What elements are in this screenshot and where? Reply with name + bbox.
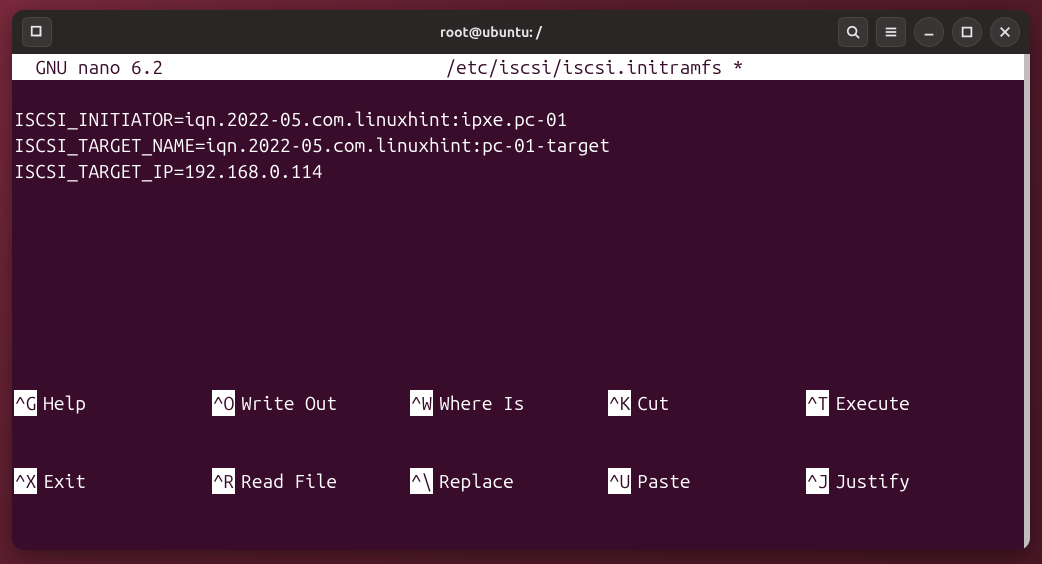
close-button[interactable]: [990, 17, 1020, 47]
hamburger-icon: [884, 25, 898, 39]
file-line: ISCSI_INITIATOR=iqn.2022-05.com.linuxhin…: [14, 108, 567, 130]
new-tab-button[interactable]: [22, 17, 52, 47]
editor-area[interactable]: ISCSI_INITIATOR=iqn.2022-05.com.linuxhin…: [12, 80, 1024, 338]
terminal-body[interactable]: GNU nano 6.2 /etc/iscsi/iscsi.initramfs …: [12, 54, 1030, 550]
file-line: ISCSI_TARGET_NAME=iqn.2022-05.com.linuxh…: [14, 134, 610, 156]
shortcut-justify[interactable]: ^JJustify: [806, 468, 1004, 494]
shortcut-exit[interactable]: ^XExit: [14, 468, 212, 494]
maximize-button[interactable]: [952, 17, 982, 47]
scrollbar[interactable]: [1024, 54, 1030, 550]
shortcut-cut[interactable]: ^KCut: [608, 390, 806, 416]
close-icon: [998, 25, 1012, 39]
file-line: ISCSI_TARGET_IP=192.168.0.114: [14, 160, 323, 182]
window-title: root@ubuntu: /: [160, 24, 822, 40]
nano-shortcut-bar: ^GHelp ^OWrite Out ^WWhere Is ^KCut ^TEx…: [12, 338, 1024, 550]
search-button[interactable]: [838, 17, 868, 47]
shortcut-row: ^XExit ^RRead File ^\Replace ^UPaste ^JJ…: [14, 468, 1022, 494]
titlebar: root@ubuntu: /: [12, 10, 1030, 54]
shortcut-writeout[interactable]: ^OWrite Out: [212, 390, 410, 416]
menu-button[interactable]: [876, 17, 906, 47]
nano-program-name: GNU nano 6.2: [14, 54, 167, 80]
shortcut-row: ^GHelp ^OWrite Out ^WWhere Is ^KCut ^TEx…: [14, 390, 1022, 416]
shortcut-whereis[interactable]: ^WWhere Is: [410, 390, 608, 416]
shortcut-readfile[interactable]: ^RRead File: [212, 468, 410, 494]
maximize-icon: [960, 25, 974, 39]
new-tab-icon: [30, 25, 44, 39]
minimize-button[interactable]: [914, 17, 944, 47]
terminal-window: root@ubuntu: / GNU nano 6.2 /etc/iscsi/i…: [12, 10, 1030, 550]
search-icon: [846, 25, 860, 39]
shortcut-paste[interactable]: ^UPaste: [608, 468, 806, 494]
nano-filename: /etc/iscsi/iscsi.initramfs *: [167, 54, 1022, 80]
shortcut-execute[interactable]: ^TExecute: [806, 390, 1004, 416]
shortcut-replace[interactable]: ^\Replace: [410, 468, 608, 494]
nano-titlebar: GNU nano 6.2 /etc/iscsi/iscsi.initramfs …: [12, 54, 1024, 80]
shortcut-help[interactable]: ^GHelp: [14, 390, 212, 416]
minimize-icon: [922, 25, 936, 39]
